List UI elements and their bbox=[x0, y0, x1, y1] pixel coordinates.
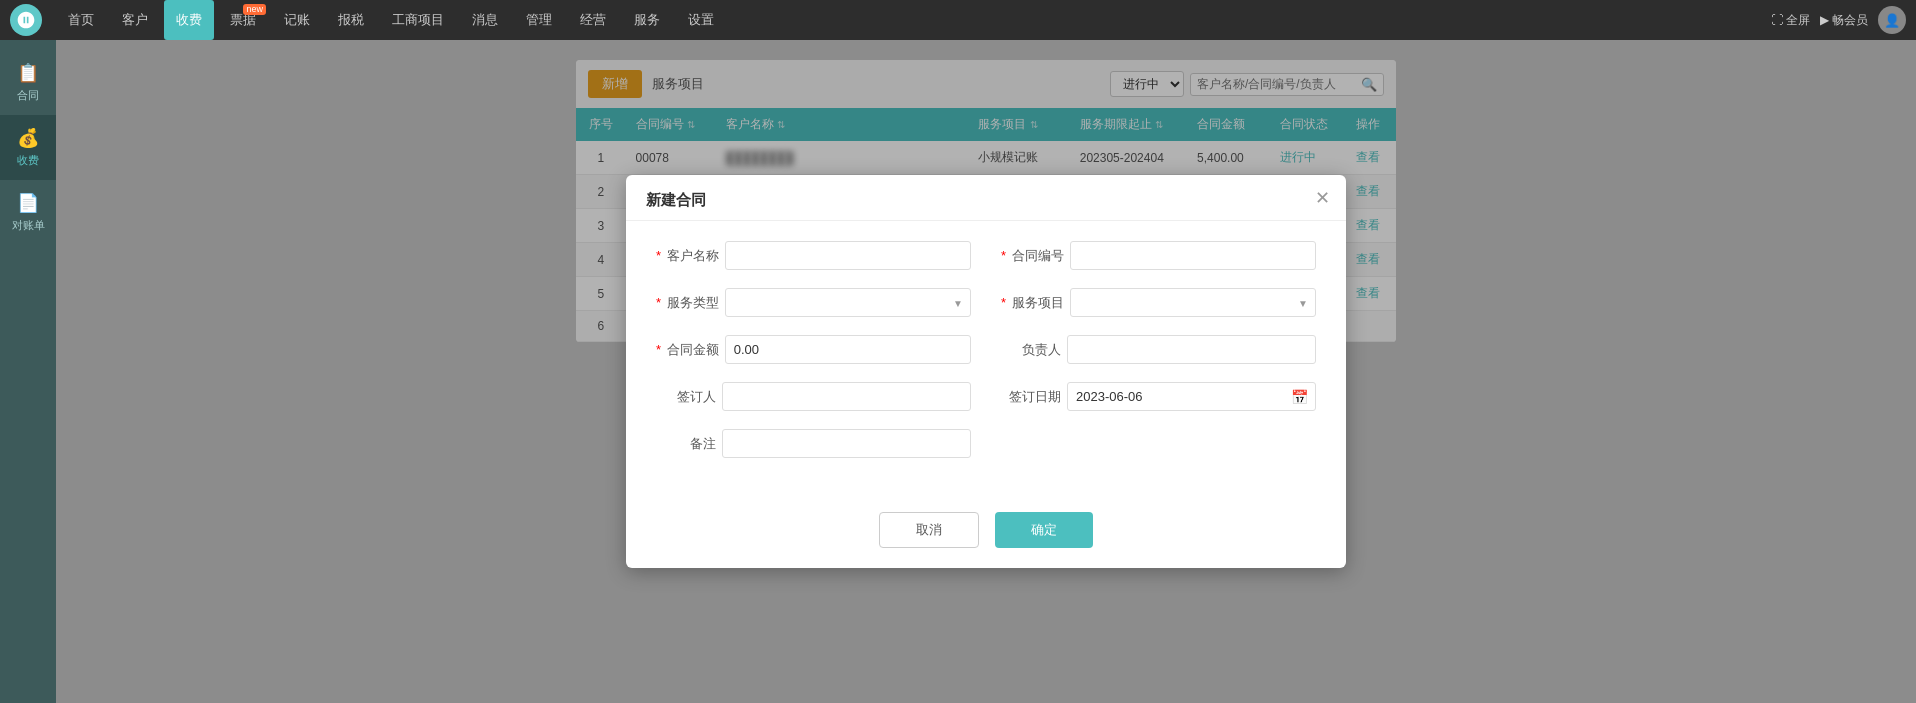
customer-name-input[interactable] bbox=[725, 241, 971, 270]
content-area: 新增 服务项目 进行中 已完成 已终止 🔍 bbox=[56, 40, 1916, 703]
required-star: * bbox=[656, 295, 661, 310]
field-service-item: * 服务项目 ▼ bbox=[1001, 288, 1316, 317]
field-amount: * 合同金额 bbox=[656, 335, 971, 364]
nav-settings[interactable]: 设置 bbox=[676, 0, 726, 40]
amount-input[interactable] bbox=[725, 335, 971, 364]
nav-customer[interactable]: 客户 bbox=[110, 0, 160, 40]
nav-business[interactable]: 工商项目 bbox=[380, 0, 456, 40]
nav-invoice[interactable]: 票据 new bbox=[218, 0, 268, 40]
fullscreen-icon: ⛶ bbox=[1771, 13, 1783, 27]
contract-no-label: * 合同编号 bbox=[1001, 247, 1064, 265]
service-item-select-wrap: ▼ bbox=[1070, 288, 1316, 317]
sidebar-item-statement[interactable]: 📄 对账单 bbox=[0, 180, 56, 245]
form-row-5: 备注 bbox=[656, 429, 1316, 458]
form-row-2: * 服务类型 ▼ * bbox=[656, 288, 1316, 317]
modal-footer: 取消 确定 bbox=[626, 496, 1346, 568]
logo bbox=[10, 4, 42, 36]
nav-management[interactable]: 管理 bbox=[514, 0, 564, 40]
sidebar: 📋 合同 💰 收费 📄 对账单 bbox=[0, 40, 56, 703]
modal-header: 新建合同 bbox=[626, 175, 1346, 221]
form-row-1: * 客户名称 * 合同编号 bbox=[656, 241, 1316, 270]
main-layout: 📋 合同 💰 收费 📄 对账单 新增 服务项目 进行中 已完成 已终止 bbox=[0, 40, 1916, 703]
new-badge: new bbox=[243, 4, 266, 15]
play-icon: ▶ bbox=[1820, 13, 1829, 27]
fullscreen-button[interactable]: ⛶ 全屏 bbox=[1771, 12, 1810, 29]
top-nav: 首页 客户 收费 票据 new 记账 报税 工商项目 消息 管理 经营 服务 设… bbox=[0, 0, 1916, 40]
required-star: * bbox=[1001, 248, 1006, 263]
sign-date-label: 签订日期 bbox=[1001, 388, 1061, 406]
modal-body: * 客户名称 * 合同编号 bbox=[626, 221, 1346, 496]
service-type-select[interactable] bbox=[725, 288, 971, 317]
field-person-in-charge: 负责人 bbox=[1001, 335, 1316, 364]
required-star: * bbox=[656, 342, 661, 357]
service-type-label: * 服务类型 bbox=[656, 294, 719, 312]
sidebar-item-billing[interactable]: 💰 收费 bbox=[0, 115, 56, 180]
member-button[interactable]: ▶ 畅会员 bbox=[1820, 12, 1868, 29]
nav-messages[interactable]: 消息 bbox=[460, 0, 510, 40]
sidebar-item-contract[interactable]: 📋 合同 bbox=[0, 50, 56, 115]
nav-services[interactable]: 服务 bbox=[622, 0, 672, 40]
contract-icon: 📋 bbox=[17, 62, 39, 84]
signer-label: 签订人 bbox=[656, 388, 716, 406]
contract-no-input[interactable] bbox=[1070, 241, 1316, 270]
nav-operations[interactable]: 经营 bbox=[568, 0, 618, 40]
service-item-label: * 服务项目 bbox=[1001, 294, 1064, 312]
nav-billing[interactable]: 收费 bbox=[164, 0, 214, 40]
field-contract-no: * 合同编号 bbox=[1001, 241, 1316, 270]
statement-icon: 📄 bbox=[17, 192, 39, 214]
person-in-charge-input[interactable] bbox=[1067, 335, 1316, 364]
nav-tax[interactable]: 报税 bbox=[326, 0, 376, 40]
amount-label: * 合同金额 bbox=[656, 341, 719, 359]
nav-home[interactable]: 首页 bbox=[56, 0, 106, 40]
required-star: * bbox=[1001, 295, 1006, 310]
signer-input[interactable] bbox=[722, 382, 971, 411]
modal-close-button[interactable]: ✕ bbox=[1315, 187, 1330, 209]
remarks-label: 备注 bbox=[656, 435, 716, 453]
service-item-select[interactable] bbox=[1070, 288, 1316, 317]
form-row-4: 签订人 签订日期 📅 bbox=[656, 382, 1316, 411]
field-signer: 签订人 bbox=[656, 382, 971, 411]
avatar[interactable]: 👤 bbox=[1878, 6, 1906, 34]
billing-icon: 💰 bbox=[17, 127, 39, 149]
confirm-button[interactable]: 确定 bbox=[995, 512, 1093, 548]
modal-overlay[interactable]: 新建合同 ✕ * 客户名称 bbox=[56, 40, 1916, 703]
remarks-input[interactable] bbox=[722, 429, 971, 458]
field-service-type: * 服务类型 ▼ bbox=[656, 288, 971, 317]
form-row-3: * 合同金额 负责人 bbox=[656, 335, 1316, 364]
customer-name-label: * 客户名称 bbox=[656, 247, 719, 265]
field-remarks: 备注 bbox=[656, 429, 971, 458]
calendar-icon[interactable]: 📅 bbox=[1291, 389, 1308, 405]
cancel-button[interactable]: 取消 bbox=[879, 512, 979, 548]
required-star: * bbox=[656, 248, 661, 263]
new-contract-modal: 新建合同 ✕ * 客户名称 bbox=[626, 175, 1346, 568]
field-sign-date: 签订日期 📅 bbox=[1001, 382, 1316, 411]
modal-title: 新建合同 bbox=[646, 191, 706, 208]
person-in-charge-label: 负责人 bbox=[1001, 341, 1061, 359]
sign-date-input-wrap: 📅 bbox=[1067, 382, 1316, 411]
nav-right: ⛶ 全屏 ▶ 畅会员 👤 bbox=[1771, 6, 1906, 34]
sign-date-input[interactable] bbox=[1067, 382, 1316, 411]
service-type-select-wrap: ▼ bbox=[725, 288, 971, 317]
field-customer-name: * 客户名称 bbox=[656, 241, 971, 270]
nav-bookkeeping[interactable]: 记账 bbox=[272, 0, 322, 40]
